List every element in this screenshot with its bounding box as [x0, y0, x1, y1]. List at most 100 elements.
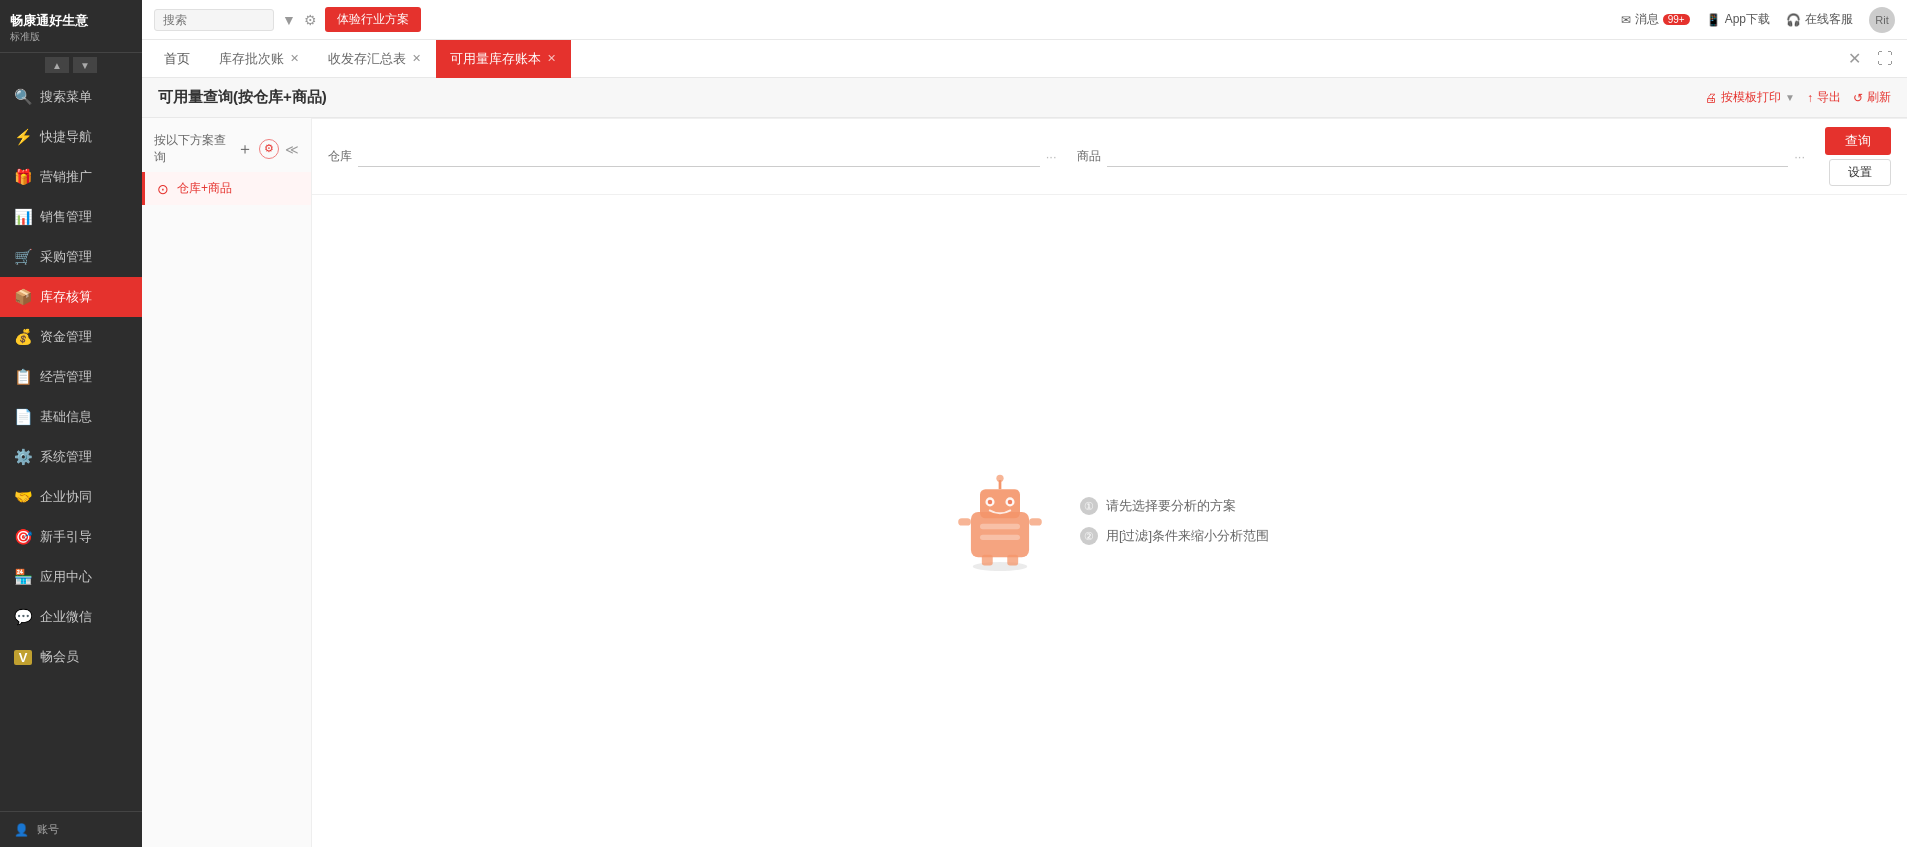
sidebar-scroll-up[interactable]: ▲: [45, 57, 69, 73]
dropdown-icon[interactable]: ▼: [282, 12, 296, 28]
app-download-label: App下载: [1725, 11, 1770, 28]
svg-point-8: [1008, 500, 1013, 505]
empty-tips: ① 请先选择要分析的方案 ② 用[过滤]条件来缩小分析范围: [1080, 497, 1269, 545]
filter-scheme-warehouse-product[interactable]: ⊙ 仓库+商品: [142, 172, 311, 205]
add-scheme-btn[interactable]: ＋: [237, 139, 253, 160]
export-btn[interactable]: ↑ 导出: [1807, 89, 1841, 106]
app-icon: 📱: [1706, 13, 1721, 27]
sidebar-item-collab[interactable]: 🤝 企业协同: [0, 477, 142, 517]
sidebar-bottom-text: 账号: [37, 822, 59, 837]
product-label: 商品: [1077, 148, 1101, 165]
topbar: ▼ ⚙ 体验行业方案 ✉ 消息 99+ 📱 App下载 🎧 在线客服 Rit: [142, 0, 1907, 40]
sidebar-item-app-center[interactable]: 🏪 应用中心: [0, 557, 142, 597]
tab-home[interactable]: 首页: [150, 40, 205, 78]
svg-point-4: [996, 475, 1003, 482]
close-all-tabs-btn[interactable]: ✕: [1842, 47, 1867, 70]
warehouse-input[interactable]: [358, 146, 1040, 167]
print-btn[interactable]: 🖨 按模板打印 ▼: [1705, 89, 1795, 106]
empty-tip-1: ① 请先选择要分析的方案: [1080, 497, 1269, 515]
sidebar-item-basic-info[interactable]: 📄 基础信息: [0, 397, 142, 437]
print-label: 按模板打印: [1721, 89, 1781, 106]
target-icon: 🎯: [14, 528, 32, 546]
close-icon[interactable]: ✕: [412, 52, 421, 65]
sidebar-item-label: 库存核算: [40, 288, 92, 306]
tab-label: 可用量库存账本: [450, 50, 541, 68]
warehouse-more-icon[interactable]: ···: [1046, 149, 1057, 164]
sidebar-item-label: 快捷导航: [40, 128, 92, 146]
scheme-settings-btn[interactable]: ⚙: [259, 139, 279, 159]
empty-tip-2: ② 用[过滤]条件来缩小分析范围: [1080, 527, 1269, 545]
close-icon[interactable]: ✕: [290, 52, 299, 65]
maximize-btn[interactable]: ⛶: [1871, 48, 1899, 70]
body-layout: 按以下方案查询 ＋ ⚙ ≪ ⊙ 仓库+商品 仓库 ···: [142, 118, 1907, 847]
product-more-icon[interactable]: ···: [1794, 149, 1805, 164]
sidebar-item-members[interactable]: V 畅会员: [0, 637, 142, 677]
sidebar-item-inventory[interactable]: 📦 库存核算: [0, 277, 142, 317]
store-icon: 🏪: [14, 568, 32, 586]
query-btn[interactable]: 查询: [1825, 127, 1891, 155]
product-field: 商品 ···: [1077, 146, 1806, 167]
product-input[interactable]: [1107, 146, 1789, 167]
message-btn[interactable]: ✉ 消息 99+: [1621, 11, 1690, 28]
settings-icon[interactable]: ⚙: [304, 12, 317, 28]
app-version: 标准版: [10, 30, 132, 44]
sidebar-item-sales[interactable]: 📊 销售管理: [0, 197, 142, 237]
main-content: ① 请先选择要分析的方案 ② 用[过滤]条件来缩小分析范围: [312, 195, 1907, 847]
sidebar-item-search[interactable]: 🔍 搜索菜单: [0, 77, 142, 117]
sidebar-scroll-down[interactable]: ▼: [73, 57, 97, 73]
svg-point-7: [988, 500, 993, 505]
message-label: 消息: [1635, 11, 1659, 28]
sidebar-item-marketing[interactable]: 🎁 营销推广: [0, 157, 142, 197]
sidebar-item-wechat[interactable]: 💬 企业微信: [0, 597, 142, 637]
filter-panel-icons: ＋ ⚙ ≪: [237, 139, 299, 160]
search-input[interactable]: [154, 9, 274, 31]
tab-label: 库存批次账: [219, 50, 284, 68]
svg-rect-12: [980, 535, 1020, 540]
message-icon: ✉: [1621, 13, 1631, 27]
tab-inventory-batch[interactable]: 库存批次账 ✕: [205, 40, 314, 78]
lightning-icon: ⚡: [14, 128, 32, 146]
warehouse-field: 仓库 ···: [328, 146, 1057, 167]
sidebar-item-system[interactable]: ⚙️ 系统管理: [0, 437, 142, 477]
refresh-icon: ↺: [1853, 91, 1863, 105]
search-icon: 🔍: [14, 88, 32, 106]
doc-icon: 📄: [14, 408, 32, 426]
sidebar-item-label: 新手引导: [40, 528, 92, 546]
tab-available-stock[interactable]: 可用量库存账本 ✕: [436, 40, 571, 78]
filter-panel-header: 按以下方案查询 ＋ ⚙ ≪: [142, 126, 311, 172]
sidebar: 畅康通好生意 标准版 ▲ ▼ 🔍 搜索菜单 ⚡ 快捷导航 🎁 营销推广 📊 销售…: [0, 0, 142, 847]
sidebar-item-operations[interactable]: 📋 经营管理: [0, 357, 142, 397]
gift-icon: 🎁: [14, 168, 32, 186]
table-settings-btn[interactable]: 设置: [1829, 159, 1891, 186]
print-icon: 🖨: [1705, 91, 1717, 105]
tip-text-1: 请先选择要分析的方案: [1106, 497, 1236, 515]
sidebar-item-quicknav[interactable]: ⚡ 快捷导航: [0, 117, 142, 157]
message-badge: 99+: [1663, 14, 1690, 25]
refresh-btn[interactable]: ↺ 刷新: [1853, 89, 1891, 106]
sidebar-item-label: 应用中心: [40, 568, 92, 586]
sidebar-item-label: 资金管理: [40, 328, 92, 346]
app-download-btn[interactable]: 📱 App下载: [1706, 11, 1770, 28]
sidebar-item-finance[interactable]: 💰 资金管理: [0, 317, 142, 357]
trial-btn[interactable]: 体验行业方案: [325, 7, 421, 32]
page-header: 可用量查询(按仓库+商品) 🖨 按模板打印 ▼ ↑ 导出 ↺ 刷新: [142, 78, 1907, 118]
online-service-label: 在线客服: [1805, 11, 1853, 28]
tabs-bar: 首页 库存批次账 ✕ 收发存汇总表 ✕ 可用量库存账本 ✕ ✕ ⛶: [142, 40, 1907, 78]
main-area: ▼ ⚙ 体验行业方案 ✉ 消息 99+ 📱 App下载 🎧 在线客服 Rit: [142, 0, 1907, 847]
collapse-filter-btn[interactable]: ≪: [285, 139, 299, 160]
tab-receive-summary[interactable]: 收发存汇总表 ✕: [314, 40, 436, 78]
avatar[interactable]: Rit: [1869, 7, 1895, 33]
app-name: 畅康通好生意: [10, 12, 132, 30]
svg-rect-11: [980, 524, 1020, 529]
online-service-btn[interactable]: 🎧 在线客服: [1786, 11, 1853, 28]
warehouse-label: 仓库: [328, 148, 352, 165]
cart-icon: 🛒: [14, 248, 32, 266]
empty-illustration: [950, 471, 1050, 571]
svg-rect-13: [982, 555, 993, 566]
query-action-btns: 查询 设置: [1825, 127, 1891, 186]
tip-text-2: 用[过滤]条件来缩小分析范围: [1106, 527, 1269, 545]
close-icon[interactable]: ✕: [547, 52, 556, 65]
sidebar-item-guide[interactable]: 🎯 新手引导: [0, 517, 142, 557]
sidebar-item-label: 采购管理: [40, 248, 92, 266]
sidebar-item-purchase[interactable]: 🛒 采购管理: [0, 237, 142, 277]
